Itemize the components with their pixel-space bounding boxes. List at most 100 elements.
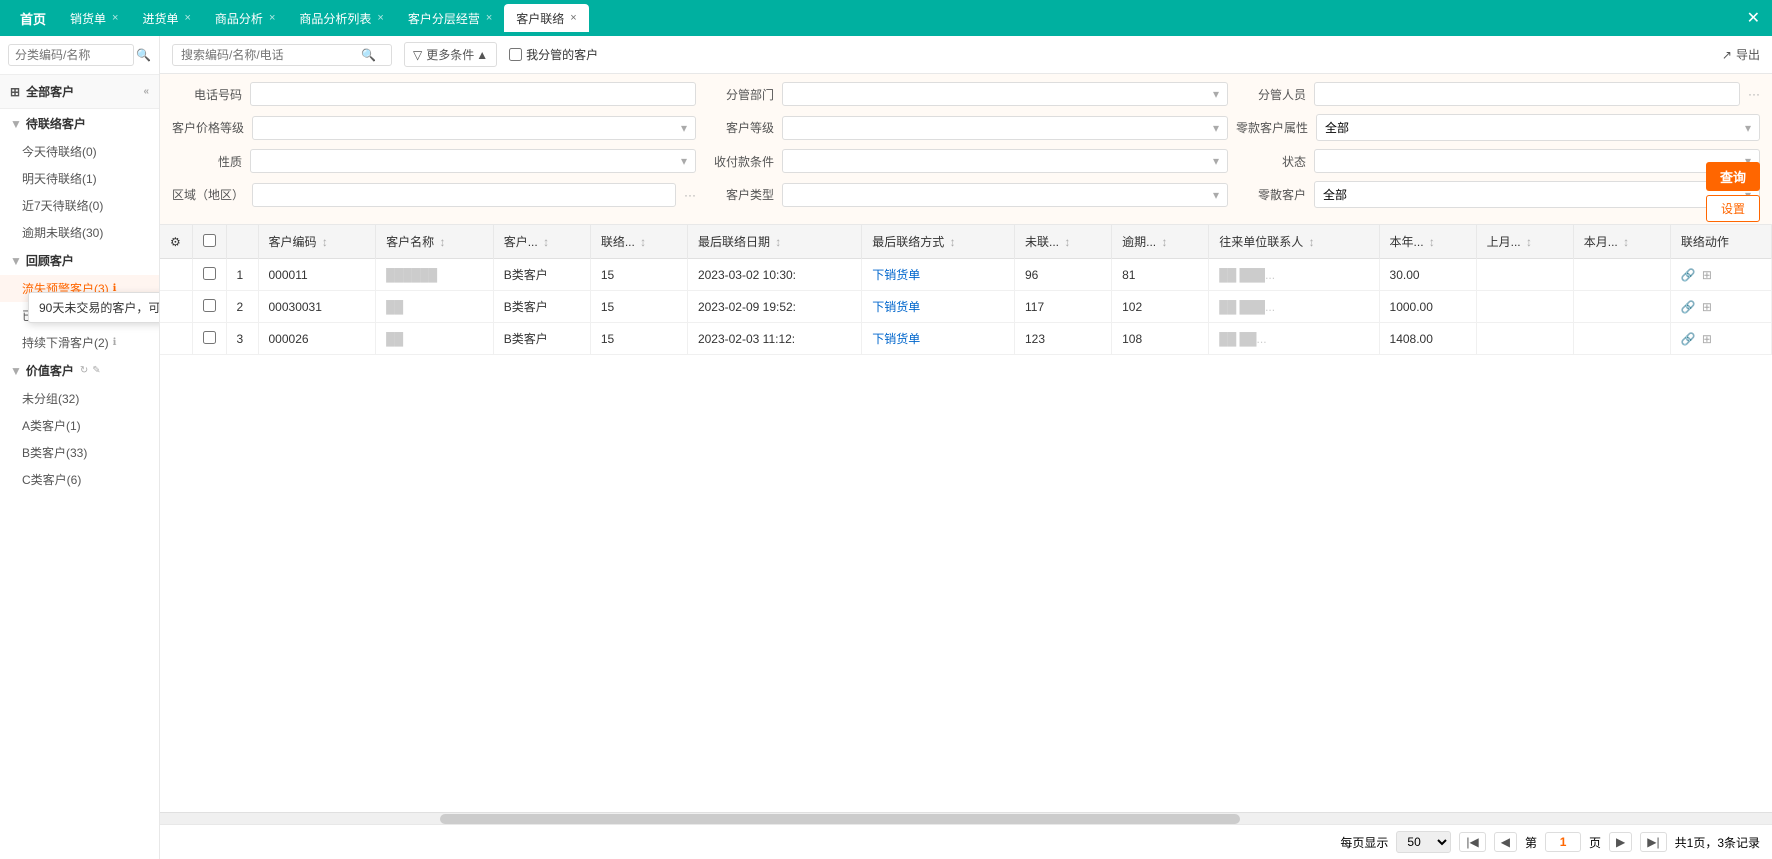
close-analysis-list-icon[interactable]: × — [377, 12, 383, 24]
contact-method-link[interactable]: 下销货单 — [872, 300, 920, 314]
link-action-icon[interactable]: 🔗 — [1681, 268, 1696, 282]
area-input[interactable] — [252, 183, 676, 207]
sidebar-search-input[interactable] — [8, 44, 134, 66]
close-customer-tier-icon[interactable]: × — [486, 12, 492, 24]
sidebar-section-pending[interactable]: ▼ 待联络客户 — [0, 109, 159, 138]
person-more-icon[interactable]: ··· — [1748, 87, 1760, 101]
collapse-icon[interactable]: « — [143, 86, 149, 97]
close-customer-contact-icon[interactable]: × — [570, 12, 576, 24]
sidebar-section-lost[interactable]: ▼ 回顾客户 — [0, 246, 159, 275]
zero-attr-select[interactable]: 全部 ▾ — [1316, 114, 1760, 141]
nav-tab-analysis-list[interactable]: 商品分析列表 × — [287, 4, 395, 32]
nav-tab-home[interactable]: 首页 — [8, 4, 58, 32]
grid-action-icon[interactable]: ⊞ — [1702, 300, 1712, 314]
name-column-header[interactable]: 客户名称 ↕ — [376, 225, 494, 259]
status-field: 状态 ▾ — [1236, 149, 1760, 173]
edit-icon[interactable]: ✎ — [92, 365, 100, 376]
contact-method-link[interactable]: 下销货单 — [872, 268, 920, 282]
phone-input[interactable] — [250, 82, 696, 106]
person-field: 分管人员 ··· — [1236, 82, 1760, 106]
export-button[interactable]: ↗ 导出 — [1722, 46, 1760, 63]
row-last-month — [1476, 259, 1573, 291]
window-close-button[interactable]: ✕ — [1747, 8, 1760, 28]
last-contact-method-column-header[interactable]: 最后联络方式 ↕ — [862, 225, 1015, 259]
sidebar-item-declining[interactable]: 持续下滑客户(2) ℹ — [0, 329, 159, 356]
select-all-checkbox[interactable] — [203, 234, 216, 247]
row-checkbox — [192, 323, 226, 355]
top-nav: 首页 销货单 × 进货单 × 商品分析 × 商品分析列表 × 客户分层经营 × … — [0, 0, 1772, 36]
gender-select[interactable]: ▾ — [250, 149, 696, 173]
uncontacted-column-header[interactable]: 未联... ↕ — [1015, 225, 1112, 259]
link-action-icon[interactable]: 🔗 — [1681, 332, 1696, 346]
customer-type-select[interactable]: ▾ — [782, 183, 1228, 207]
row-last-contact-method: 下销货单 — [862, 259, 1015, 291]
settings-button[interactable]: 设置 — [1706, 195, 1760, 222]
area-more-icon[interactable]: ··· — [684, 188, 696, 202]
my-customers-checkbox-wrapper[interactable]: 我分管的客户 — [509, 46, 598, 63]
grid-action-icon[interactable]: ⊞ — [1702, 268, 1712, 282]
sidebar-item-week[interactable]: 近7天待联络(0) — [0, 192, 159, 219]
link-action-icon[interactable]: 🔗 — [1681, 300, 1696, 314]
this-month-column-header[interactable]: 本月... ↕ — [1573, 225, 1670, 259]
sidebar-item-overdue[interactable]: 逾期未联络(30) — [0, 219, 159, 246]
contact-method-link[interactable]: 下销货单 — [872, 332, 920, 346]
sort-arrow-date: ↕ — [775, 235, 781, 249]
customer-type-field: 客户类型 ▾ — [704, 183, 1228, 207]
last-page-button[interactable]: ▶| — [1640, 832, 1666, 852]
refresh-icon[interactable]: ↻ — [80, 365, 88, 376]
horizontal-scrollbar[interactable] — [160, 812, 1772, 824]
row-select-checkbox[interactable] — [203, 267, 216, 280]
last-month-column-header[interactable]: 上月... ↕ — [1476, 225, 1573, 259]
status-select[interactable]: ▾ — [1314, 149, 1760, 173]
row-select-checkbox[interactable] — [203, 331, 216, 344]
export-icon: ↗ — [1722, 48, 1732, 62]
grid-action-icon[interactable]: ⊞ — [1702, 332, 1712, 346]
payment-select[interactable]: ▾ — [782, 149, 1228, 173]
sidebar-item-today[interactable]: 今天待联络(0) — [0, 138, 159, 165]
settings-column-header[interactable]: ⚙ — [160, 225, 192, 259]
filter-row-4: 区域（地区） ··· 客户类型 ▾ 零散客户 全部 ▾ — [172, 181, 1760, 208]
type-column-header[interactable]: 客户... ↕ — [493, 225, 590, 259]
query-button[interactable]: 查询 — [1706, 162, 1760, 191]
row-contact: 15 — [590, 291, 687, 323]
overdue-column-header[interactable]: 逾期... ↕ — [1112, 225, 1209, 259]
nav-tab-customer-tier[interactable]: 客户分层经营 × — [396, 4, 504, 32]
price-tier-select[interactable]: ▾ — [252, 116, 696, 140]
last-contact-date-column-header[interactable]: 最后联络日期 ↕ — [687, 225, 861, 259]
sidebar-item-b-class[interactable]: B类客户(33) — [0, 439, 159, 466]
nav-tab-sales[interactable]: 销货单 × — [58, 4, 130, 32]
person-input[interactable] — [1314, 82, 1740, 106]
more-conditions-button[interactable]: ▽ 更多条件 ▲ — [404, 42, 497, 67]
this-year-column-header[interactable]: 本年... ↕ — [1379, 225, 1476, 259]
customer-tier-select[interactable]: ▾ — [782, 116, 1228, 140]
first-page-button[interactable]: |◀ — [1459, 832, 1485, 852]
horizontal-scrollbar-thumb[interactable] — [440, 814, 1240, 824]
my-customers-checkbox[interactable] — [509, 48, 522, 61]
nav-tab-purchase[interactable]: 进货单 × — [130, 4, 202, 32]
close-purchase-icon[interactable]: × — [184, 12, 190, 24]
per-page-select[interactable]: 50 100 200 — [1396, 831, 1451, 853]
sidebar-item-unclassified[interactable]: 未分组(32) — [0, 385, 159, 412]
contact-column-header[interactable]: 联络... ↕ — [590, 225, 687, 259]
caret-icon6: ▾ — [1213, 154, 1219, 168]
row-select-checkbox[interactable] — [203, 299, 216, 312]
sidebar-section-value[interactable]: ▼ 价值客户 ↻ ✎ — [0, 356, 159, 385]
nav-tab-customer-contact[interactable]: 客户联络 × — [504, 4, 588, 32]
sidebar-item-tomorrow[interactable]: 明天待联络(1) — [0, 165, 159, 192]
zero-customer-select[interactable]: 全部 ▾ — [1314, 181, 1760, 208]
sidebar-item-a-class[interactable]: A类客户(1) — [0, 412, 159, 439]
close-analysis-icon[interactable]: × — [269, 12, 275, 24]
all-customers-item[interactable]: ⊞ 全部客户 « — [0, 75, 159, 109]
search-input[interactable] — [181, 48, 361, 62]
page-number-input[interactable] — [1545, 832, 1581, 852]
code-column-header[interactable]: 客户编码 ↕ — [258, 225, 376, 259]
dept-select[interactable]: ▾ — [782, 82, 1228, 106]
close-sales-icon[interactable]: × — [112, 12, 118, 24]
nav-tab-analysis[interactable]: 商品分析 × — [203, 4, 287, 32]
next-page-button[interactable]: ▶ — [1609, 832, 1632, 852]
sidebar-item-c-class[interactable]: C类客户(6) — [0, 466, 159, 493]
row-name: ██ — [376, 323, 494, 355]
row-name: ██ — [376, 291, 494, 323]
prev-page-button[interactable]: ◀ — [1494, 832, 1517, 852]
unit-contact-column-header[interactable]: 往来单位联系人 ↕ — [1209, 225, 1379, 259]
